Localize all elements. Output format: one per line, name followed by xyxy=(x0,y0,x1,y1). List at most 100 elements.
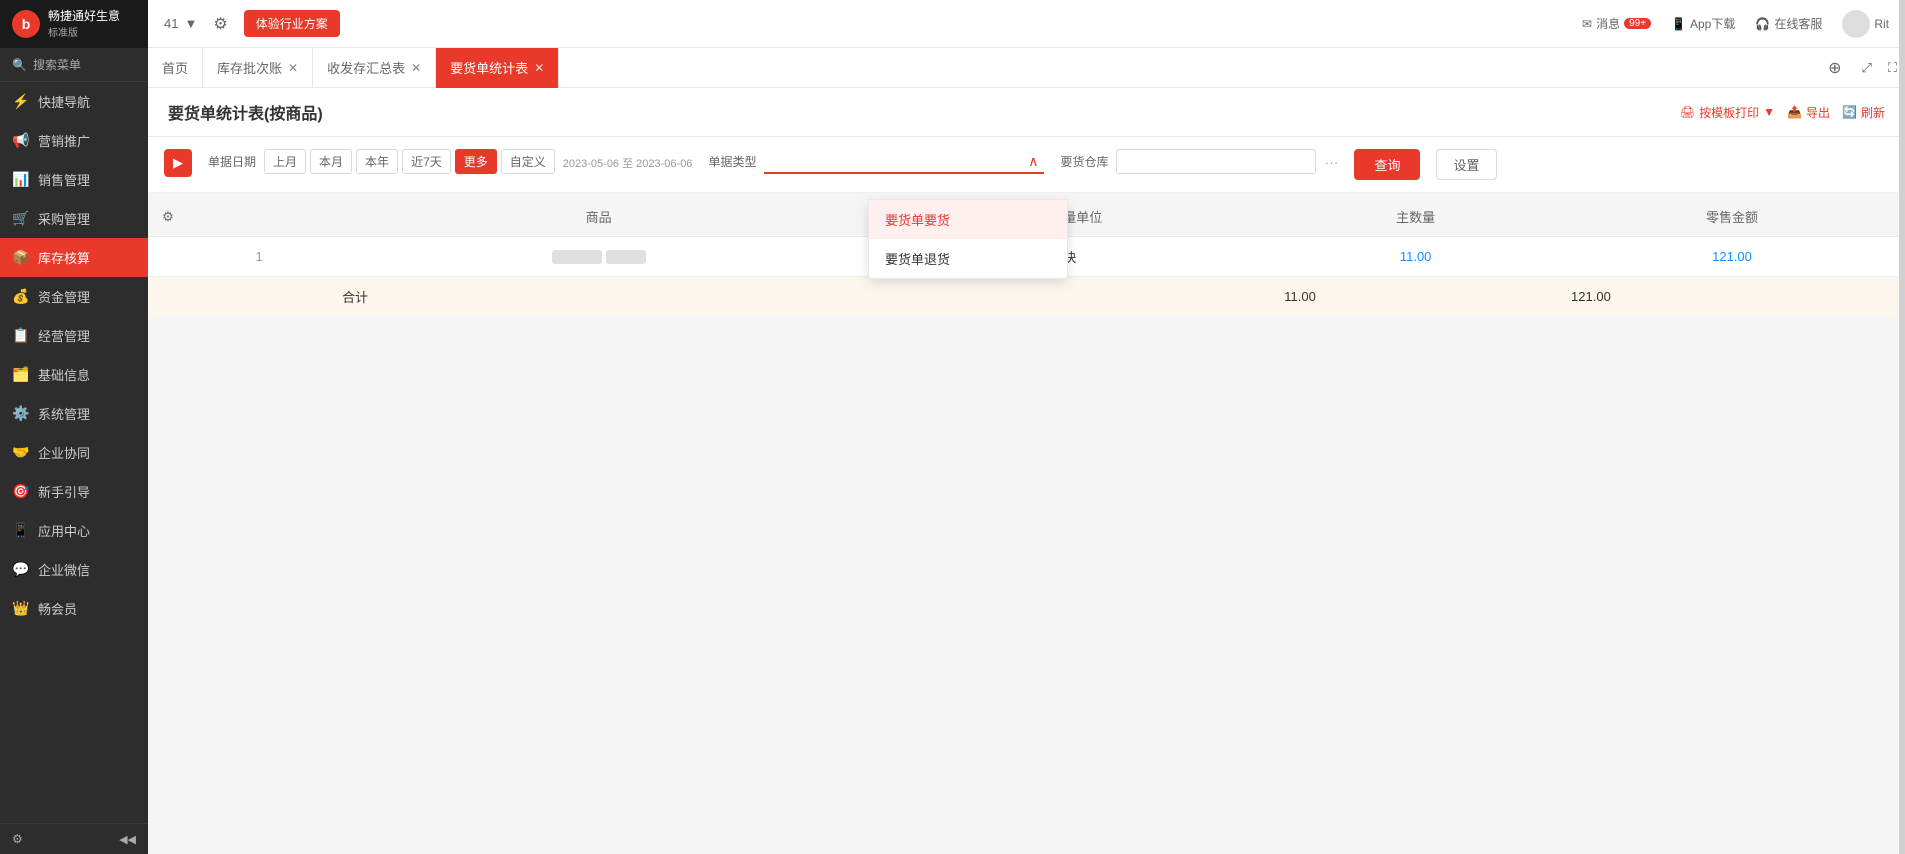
row-settings-cell xyxy=(148,237,188,277)
query-button[interactable]: 查询 xyxy=(1354,149,1420,180)
header-settings-icon[interactable]: ⚙ xyxy=(213,14,227,34)
page-title: 要货单统计表(按商品) xyxy=(168,100,323,124)
date-btn-this-month[interactable]: 本月 xyxy=(310,149,352,174)
sidebar-logo: b 畅捷通好生意 标准版 xyxy=(0,0,148,48)
export-btn[interactable]: 📤 导出 xyxy=(1787,104,1830,121)
sidebar-item-inventory[interactable]: 📦 库存核算 xyxy=(0,238,148,277)
row-index-cell: 1 xyxy=(188,237,330,277)
refresh-icon: 🔄 xyxy=(1842,105,1857,119)
sidebar-item-wechat[interactable]: 💬 企业微信 xyxy=(0,550,148,589)
date-btn-more[interactable]: 更多 xyxy=(455,149,497,174)
sidebar-item-app-center[interactable]: 📱 应用中心 xyxy=(0,511,148,550)
type-dropdown-arrow[interactable]: ∧ xyxy=(1028,153,1038,170)
message-icon: ✉ xyxy=(1582,17,1592,31)
sidebar-search-label: 搜索菜单 xyxy=(33,56,81,73)
tab-collection-summary[interactable]: 收发存汇总表 ✕ xyxy=(313,48,436,88)
sidebar-item-quick-nav[interactable]: ⚡ 快捷导航 xyxy=(0,82,148,121)
tab-order-stat[interactable]: 要货单统计表 ✕ xyxy=(436,48,559,88)
filter-expand-btn[interactable]: ▶ xyxy=(164,149,192,177)
sidebar-collapse-btn[interactable]: ◀◀ xyxy=(119,833,136,846)
footer-label-cell: 合计 xyxy=(330,277,867,317)
finance-icon: 💰 xyxy=(12,288,30,305)
sidebar-item-vip[interactable]: 👑 畅会员 xyxy=(0,589,148,628)
sidebar-item-operations[interactable]: 📋 经营管理 xyxy=(0,316,148,355)
tab-home[interactable]: 首页 xyxy=(148,48,203,88)
print-btn[interactable]: 🖨 按模板打印 ▼ xyxy=(1680,104,1775,121)
online-service-btn[interactable]: 🎧 在线客服 xyxy=(1755,15,1822,32)
type-filter-group: 单据类型 ∧ xyxy=(708,149,1044,174)
sidebar-item-label: 销售管理 xyxy=(38,170,90,189)
sidebar-item-label: 畅会员 xyxy=(38,599,77,618)
tab-order-stat-close[interactable]: ✕ xyxy=(534,61,544,75)
date-btn-custom[interactable]: 自定义 xyxy=(501,149,555,174)
sidebar-item-guide[interactable]: 🎯 新手引导 xyxy=(0,472,148,511)
refresh-btn[interactable]: 🔄 刷新 xyxy=(1842,104,1885,121)
sidebar-item-label: 企业协同 xyxy=(38,443,90,462)
user-profile[interactable]: Rit xyxy=(1842,10,1889,38)
warehouse-filter-group: 要货仓库 ··· xyxy=(1060,149,1338,174)
app-download-btn[interactable]: 📱 App下载 xyxy=(1671,15,1735,32)
sidebar-item-label: 企业微信 xyxy=(38,560,90,579)
wechat-icon: 💬 xyxy=(12,561,30,578)
filter-bar: ▶ 单据日期 上月 本月 本年 近7天 更多 自定义 2023-05-06 至 … xyxy=(148,137,1905,193)
row-amount-cell: 121.00 xyxy=(1559,237,1905,277)
message-label: 消息 xyxy=(1596,15,1620,32)
print-dropdown-icon: ▼ xyxy=(1763,105,1775,119)
marketing-icon: 📢 xyxy=(12,132,30,149)
sales-icon: 📊 xyxy=(12,171,30,188)
tab-bar: 首页 库存批次账 ✕ 收发存汇总表 ✕ 要货单统计表 ✕ ⊕ ⤢ ⛶ xyxy=(148,48,1905,88)
right-resize-handle[interactable] xyxy=(1899,0,1905,854)
sidebar-item-system[interactable]: ⚙️ 系统管理 xyxy=(0,394,148,433)
store-selector[interactable]: 41 ▼ xyxy=(164,16,197,31)
type-filter-input[interactable] xyxy=(764,149,1044,174)
message-btn[interactable]: ✉ 消息 99+ xyxy=(1582,15,1651,32)
export-icon: 📤 xyxy=(1787,105,1802,119)
sidebar-item-label: 采购管理 xyxy=(38,209,90,228)
sidebar-search[interactable]: 🔍 搜索菜单 xyxy=(0,48,148,82)
trial-button[interactable]: 体验行业方案 xyxy=(244,10,340,37)
date-shortcuts: 上月 本月 本年 近7天 更多 自定义 xyxy=(264,149,555,174)
tab-batch-account-close[interactable]: ✕ xyxy=(288,61,298,75)
warehouse-filter-input[interactable] xyxy=(1116,149,1316,174)
enterprise-icon: 🤝 xyxy=(12,444,30,461)
sidebar-item-label: 营销推广 xyxy=(38,131,90,150)
sidebar-item-label: 经营管理 xyxy=(38,326,90,345)
sidebar-item-label: 库存核算 xyxy=(38,248,90,267)
sidebar-item-label: 新手引导 xyxy=(38,482,90,501)
type-dropdown: 要货单要货 要货单退货 xyxy=(868,199,1068,279)
row-product-cell xyxy=(330,237,867,277)
sidebar-item-label: 快捷导航 xyxy=(38,92,90,111)
app-download-label: App下载 xyxy=(1690,15,1735,32)
sidebar-item-basic-info[interactable]: 🗂️ 基础信息 xyxy=(0,355,148,394)
col-amount-header: 零售金额 xyxy=(1559,197,1905,237)
top-header: 41 ▼ ⚙ 体验行业方案 ✉ 消息 99+ 📱 App下载 🎧 在线客服 R xyxy=(148,0,1905,48)
sidebar-item-marketing[interactable]: 📢 营销推广 xyxy=(0,121,148,160)
settings-button[interactable]: 设置 xyxy=(1436,149,1496,180)
dropdown-item-0[interactable]: 要货单要货 xyxy=(869,200,1067,239)
sidebar-item-purchase[interactable]: 🛒 采购管理 xyxy=(0,199,148,238)
service-icon: 🎧 xyxy=(1755,17,1770,31)
vip-icon: 👑 xyxy=(12,600,30,617)
date-btn-last-7-days[interactable]: 近7天 xyxy=(402,149,451,174)
date-btn-this-year[interactable]: 本年 xyxy=(356,149,398,174)
date-btn-last-month[interactable]: 上月 xyxy=(264,149,306,174)
tab-collapse-btn[interactable]: ⤢ xyxy=(1853,60,1879,76)
sidebar-item-sales[interactable]: 📊 销售管理 xyxy=(0,160,148,199)
warehouse-more-btn[interactable]: ··· xyxy=(1324,154,1338,170)
table-settings-icon[interactable]: ⚙ xyxy=(162,209,174,224)
purchase-icon: 🛒 xyxy=(12,210,30,227)
logo-badge: 标准版 xyxy=(48,24,120,39)
table-footer: 合计 11.00 121.00 xyxy=(148,277,1905,317)
tab-collection-close[interactable]: ✕ xyxy=(411,61,421,75)
search-icon: 🔍 xyxy=(12,58,27,72)
user-avatar xyxy=(1842,10,1870,38)
dropdown-item-1[interactable]: 要货单退货 xyxy=(869,239,1067,278)
row-quantity-cell: 11.00 xyxy=(1272,237,1559,277)
tab-batch-account[interactable]: 库存批次账 ✕ xyxy=(203,48,313,88)
sidebar-item-enterprise[interactable]: 🤝 企业协同 xyxy=(0,433,148,472)
tab-expand-btn[interactable]: ⊕ xyxy=(1816,58,1853,78)
sidebar-item-finance[interactable]: 💰 资金管理 xyxy=(0,277,148,316)
col-settings-header: ⚙ xyxy=(148,197,188,237)
sidebar-settings-icon[interactable]: ⚙ xyxy=(12,832,23,846)
page-actions: 🖨 按模板打印 ▼ 📤 导出 🔄 刷新 xyxy=(1680,104,1885,121)
